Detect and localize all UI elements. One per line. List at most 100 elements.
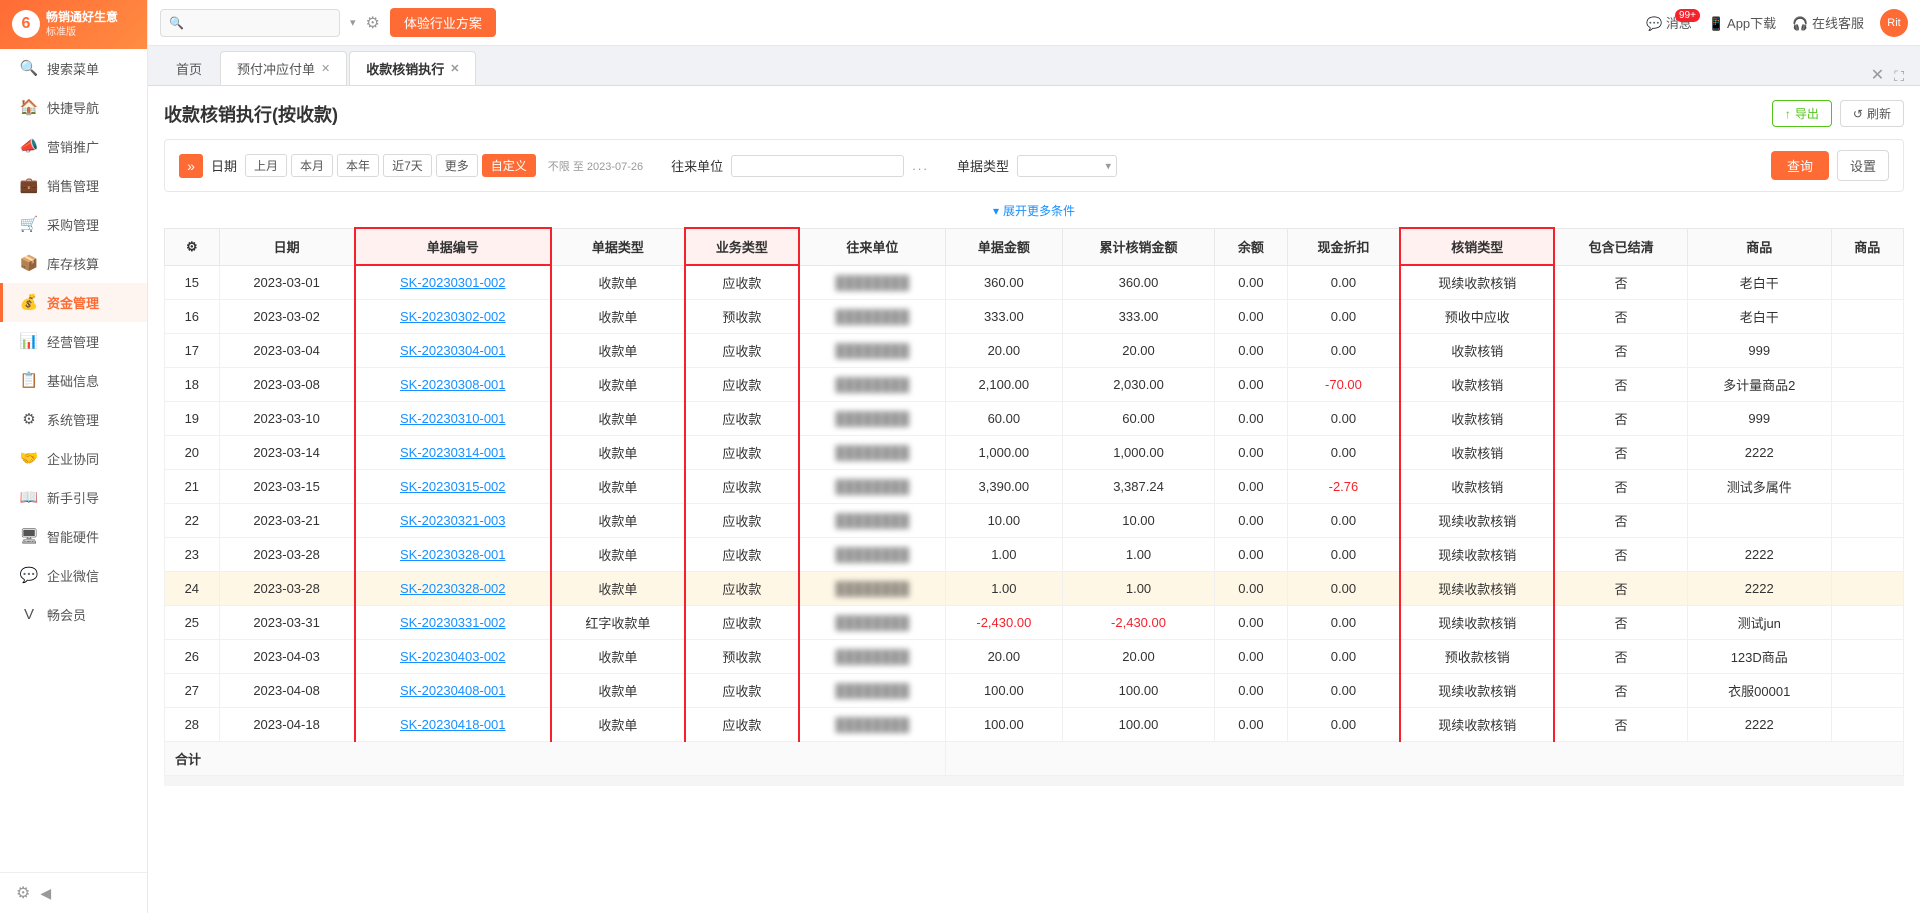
topbar-search-box[interactable]: 🔍 <box>160 9 340 37</box>
date-this-month[interactable]: 本月 <box>291 154 333 177</box>
filter-toggle-button[interactable]: » <box>179 154 203 178</box>
receipt-tab-close[interactable]: ✕ <box>450 62 459 75</box>
cell-biztype: 应收款 <box>685 572 799 606</box>
tab-home[interactable]: 首页 <box>160 52 218 85</box>
code-link[interactable]: SK-20230308-001 <box>400 377 506 392</box>
filter-bar: » 日期 上月 本月 本年 近7天 更多 自定义 不限 至 2023-07-26… <box>164 139 1904 192</box>
user-avatar[interactable]: Rit <box>1880 9 1908 37</box>
col-settings[interactable]: ⚙ <box>165 228 220 265</box>
code-link[interactable]: SK-20230328-002 <box>400 581 506 596</box>
code-link[interactable]: SK-20230331-002 <box>400 615 506 630</box>
date-last-month[interactable]: 上月 <box>245 154 287 177</box>
partner-input[interactable] <box>731 155 904 177</box>
cell-amount: 2,100.00 <box>945 368 1062 402</box>
sidebar-item-system[interactable]: ⚙系统管理 <box>0 400 147 439</box>
hardware-icon: 🖥 <box>19 527 39 545</box>
receipt-type-select[interactable] <box>1017 155 1117 177</box>
online-service-link[interactable]: 🎧 在线客服 <box>1792 13 1864 32</box>
sidebar-item-marketing[interactable]: 📣营销推广 <box>0 127 147 166</box>
date-more[interactable]: 更多 <box>436 154 478 177</box>
cell-type: 收款单 <box>551 436 685 470</box>
code-link[interactable]: SK-20230314-001 <box>400 445 506 460</box>
solution-button[interactable]: 体验行业方案 <box>390 8 496 37</box>
sidebar-item-guide[interactable]: 📖新手引导 <box>0 478 147 517</box>
sidebar-item-base[interactable]: 📋基础信息 <box>0 361 147 400</box>
code-link[interactable]: SK-20230403-002 <box>400 649 506 664</box>
cell-num: 18 <box>165 368 220 402</box>
cell-balance: 0.00 <box>1215 436 1287 470</box>
collapse-icon[interactable]: ◀ <box>40 885 51 902</box>
code-link[interactable]: SK-20230315-002 <box>400 479 506 494</box>
sidebar-item-finance[interactable]: 💰资金管理 <box>0 283 147 322</box>
tab-receipt[interactable]: 收款核销执行 ✕ <box>349 51 476 85</box>
code-link[interactable]: SK-20230301-002 <box>400 275 506 290</box>
cell-partner: ████████ <box>799 708 946 742</box>
code-link[interactable]: SK-20230304-001 <box>400 343 506 358</box>
sidebar-item-member[interactable]: V畅会员 <box>0 595 147 634</box>
cell-goods2 <box>1831 436 1903 470</box>
logo-title: 畅销通好生意 <box>46 10 118 26</box>
sidebar-item-shortcuts[interactable]: 🏠快捷导航 <box>0 88 147 127</box>
sidebar-footer: ⚙ ◀ <box>0 872 147 913</box>
cell-code: SK-20230328-001 <box>355 538 551 572</box>
date-this-year[interactable]: 本年 <box>337 154 379 177</box>
code-link[interactable]: SK-20230310-001 <box>400 411 506 426</box>
sidebar-item-inventory[interactable]: 📦库存核算 <box>0 244 147 283</box>
code-link[interactable]: SK-20230328-001 <box>400 547 506 562</box>
tab-fullscreen-icon[interactable]: ⛶ <box>1890 68 1908 85</box>
messages-badge[interactable]: 💬 消息 99+ <box>1646 13 1692 32</box>
app-download-label: App下载 <box>1727 16 1776 31</box>
sidebar-item-enterprise[interactable]: 🤝企业协同 <box>0 439 147 478</box>
settings-button[interactable]: 设置 <box>1837 150 1889 181</box>
table-row: 17 2023-03-04 SK-20230304-001 收款单 应收款 ██… <box>165 334 1904 368</box>
export-icon: ↑ <box>1785 107 1791 121</box>
cell-discount: 0.00 <box>1287 708 1400 742</box>
sidebar-item-label-shortcuts: 快捷导航 <box>47 98 99 117</box>
code-link[interactable]: SK-20230302-002 <box>400 309 506 324</box>
cell-type: 收款单 <box>551 402 685 436</box>
search-icon: 🔍 <box>169 16 184 30</box>
sidebar-item-purchase[interactable]: 🛒采购管理 <box>0 205 147 244</box>
cell-included: 否 <box>1554 674 1687 708</box>
cell-biztype: 应收款 <box>685 606 799 640</box>
tab-payable[interactable]: 预付冲应付单 ✕ <box>220 51 347 85</box>
export-button[interactable]: ↑ 导出 <box>1772 100 1832 127</box>
cell-goods2 <box>1831 708 1903 742</box>
tab-close-all-icon[interactable]: ✕ <box>1867 65 1888 85</box>
sidebar-item-label-search: 搜索菜单 <box>47 59 99 78</box>
cell-date: 2023-03-21 <box>219 504 354 538</box>
table-scrollbar[interactable] <box>164 776 1904 786</box>
sidebar-item-wechat[interactable]: 💬企业微信 <box>0 556 147 595</box>
refresh-button[interactable]: ↺ 刷新 <box>1840 100 1904 127</box>
sidebar-item-label-operations: 经营管理 <box>47 332 99 351</box>
date-custom[interactable]: 自定义 <box>482 154 536 177</box>
cell-num: 17 <box>165 334 220 368</box>
code-link[interactable]: SK-20230408-001 <box>400 683 506 698</box>
app-download-link[interactable]: 📱 App下载 <box>1708 13 1776 32</box>
date-7days[interactable]: 近7天 <box>383 154 432 177</box>
table-row: 19 2023-03-10 SK-20230310-001 收款单 应收款 ██… <box>165 402 1904 436</box>
cell-included: 否 <box>1554 300 1687 334</box>
expand-filter-button[interactable]: ▾ 展开更多条件 <box>164 202 1904 219</box>
online-service-label: 在线客服 <box>1812 16 1864 31</box>
sidebar-item-search[interactable]: 🔍搜索菜单 <box>0 49 147 88</box>
cell-discount: 0.00 <box>1287 572 1400 606</box>
home-tab-label: 首页 <box>176 59 202 78</box>
col-balance: 余额 <box>1215 228 1287 265</box>
settings-icon[interactable]: ⚙ <box>16 883 30 903</box>
sidebar-item-hardware[interactable]: 🖥智能硬件 <box>0 517 147 556</box>
message-icon: 💬 <box>1646 16 1662 31</box>
cell-balance: 0.00 <box>1215 300 1287 334</box>
cell-num: 22 <box>165 504 220 538</box>
code-link[interactable]: SK-20230418-001 <box>400 717 506 732</box>
topbar-settings-icon[interactable]: ⚙ <box>366 13 380 33</box>
receipt-type-select-wrap <box>1017 155 1117 177</box>
date-options: 上月 本月 本年 近7天 更多 自定义 <box>245 154 536 177</box>
sidebar-item-operations[interactable]: 📊经营管理 <box>0 322 147 361</box>
query-button[interactable]: 查询 <box>1771 151 1829 180</box>
logo-subtitle: 标准版 <box>46 26 118 39</box>
payable-tab-close[interactable]: ✕ <box>321 62 330 75</box>
purchase-icon: 🛒 <box>19 215 39 233</box>
code-link[interactable]: SK-20230321-003 <box>400 513 506 528</box>
sidebar-item-sales[interactable]: 💼销售管理 <box>0 166 147 205</box>
